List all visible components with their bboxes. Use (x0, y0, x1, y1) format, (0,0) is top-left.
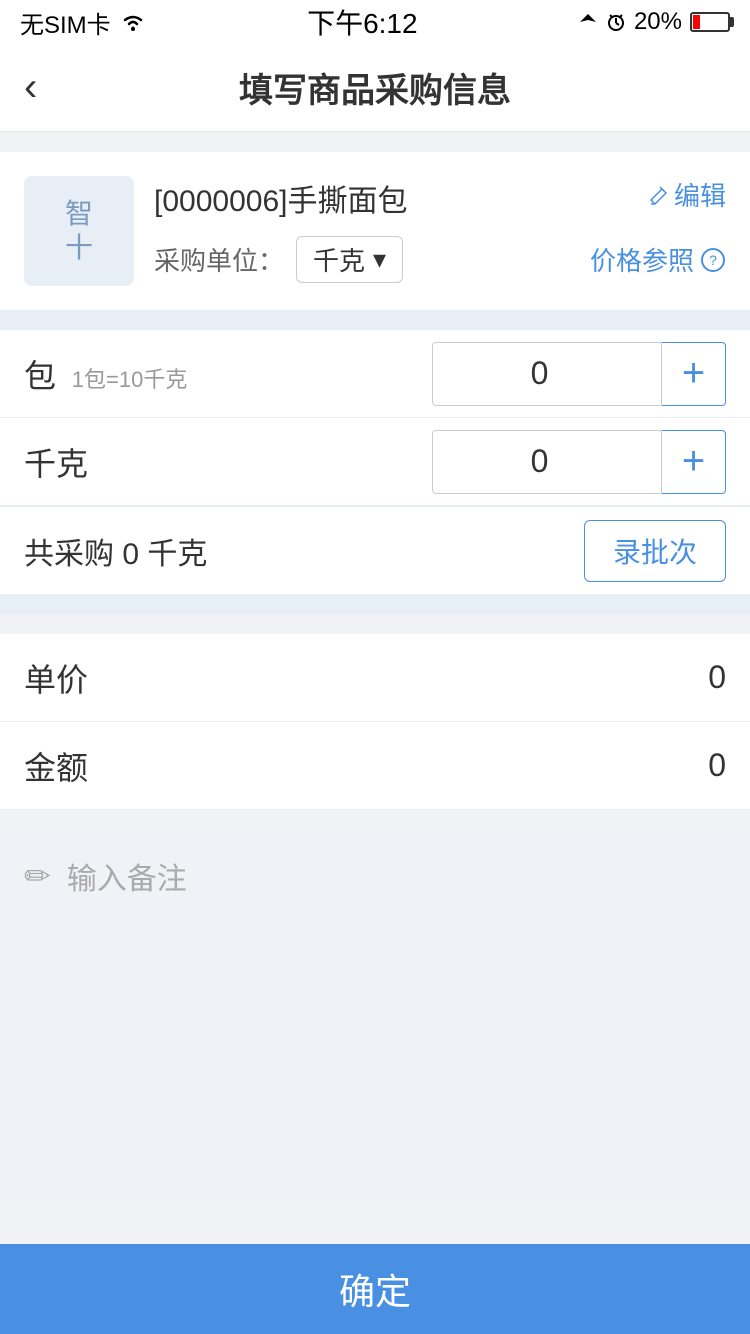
purchase-unit-row: 采购单位： 千克 ▾ 价格参照 ? (154, 236, 726, 283)
battery-percent: 20% (634, 8, 682, 36)
product-info: [0000006]手撕面包 编辑 采购单位： 千克 ▾ 价格参照 (154, 176, 726, 283)
notes-placeholder: 输入备注 (67, 854, 187, 898)
kilogram-input-row: 千克 + (0, 418, 750, 506)
summary-row: 共采购 0 千克 录批次 (0, 506, 750, 594)
bao-main-label: 包 (24, 358, 56, 394)
product-logo: 智 十 (65, 197, 93, 264)
battery-icon (690, 12, 730, 32)
product-section: 智 十 [0000006]手撕面包 编辑 采购单位： 千克 ▾ (0, 152, 750, 310)
edit-icon (648, 184, 670, 206)
price-section: 单价 0 金额 0 (0, 634, 750, 810)
bao-label-container: 包 1包=10千克 (24, 351, 432, 397)
price-ref-button[interactable]: 价格参照 ? (590, 241, 726, 278)
bao-sub-label: 1包=10千克 (72, 367, 188, 392)
amount-row: 金额 0 (0, 722, 750, 810)
unit-price-value: 0 (708, 659, 726, 696)
product-image: 智 十 (24, 176, 134, 286)
bao-plus-button[interactable]: + (662, 342, 726, 406)
kilogram-label-container: 千克 (24, 439, 432, 485)
product-name: [0000006]手撕面包 (154, 176, 407, 220)
svg-text:?: ? (709, 252, 717, 268)
content-area (0, 922, 750, 1202)
divider-2 (0, 594, 750, 614)
product-name-row: [0000006]手撕面包 编辑 (154, 176, 726, 220)
pencil-icon: ✏ (24, 857, 51, 895)
dropdown-arrow-icon: ▾ (373, 244, 386, 275)
kilogram-input[interactable] (432, 430, 662, 494)
bao-input[interactable] (432, 342, 662, 406)
unit-label: 采购单位： (154, 241, 284, 278)
unit-selector[interactable]: 采购单位： 千克 ▾ (154, 236, 403, 283)
divider-1 (0, 310, 750, 330)
kilogram-main-label: 千克 (24, 446, 88, 482)
status-bar-left: 无SIM卡 (20, 5, 147, 40)
wifi-icon (119, 12, 147, 32)
status-bar-time: 下午6:12 (307, 2, 418, 42)
status-bar: 无SIM卡 下午6:12 20% (0, 0, 750, 44)
bao-input-row: 包 1包=10千克 + (0, 330, 750, 418)
carrier-text: 无SIM卡 (20, 5, 111, 40)
kilogram-input-controls: + (432, 430, 726, 494)
bao-input-controls: + (432, 342, 726, 406)
unit-value: 千克 (313, 241, 365, 278)
back-button[interactable]: ‹ (24, 65, 37, 110)
input-section: 包 1包=10千克 + 千克 + (0, 330, 750, 506)
unit-price-row: 单价 0 (0, 634, 750, 722)
unit-price-label: 单价 (24, 655, 88, 701)
nav-bar: ‹ 填写商品采购信息 (0, 44, 750, 132)
notes-section[interactable]: ✏ 输入备注 (0, 830, 750, 922)
kilogram-plus-button[interactable]: + (662, 430, 726, 494)
batch-button[interactable]: 录批次 (584, 520, 726, 582)
confirm-button[interactable]: 确定 (0, 1244, 750, 1334)
location-icon (578, 12, 598, 32)
summary-text: 共采购 0 千克 (24, 529, 207, 573)
alarm-icon (606, 12, 626, 32)
amount-value: 0 (708, 747, 726, 784)
amount-label: 金额 (24, 743, 88, 789)
edit-button[interactable]: 编辑 (648, 176, 726, 213)
status-bar-right: 20% (578, 8, 730, 36)
help-icon: ? (700, 247, 726, 273)
unit-dropdown[interactable]: 千克 ▾ (296, 236, 403, 283)
page-title: 填写商品采购信息 (239, 63, 511, 112)
